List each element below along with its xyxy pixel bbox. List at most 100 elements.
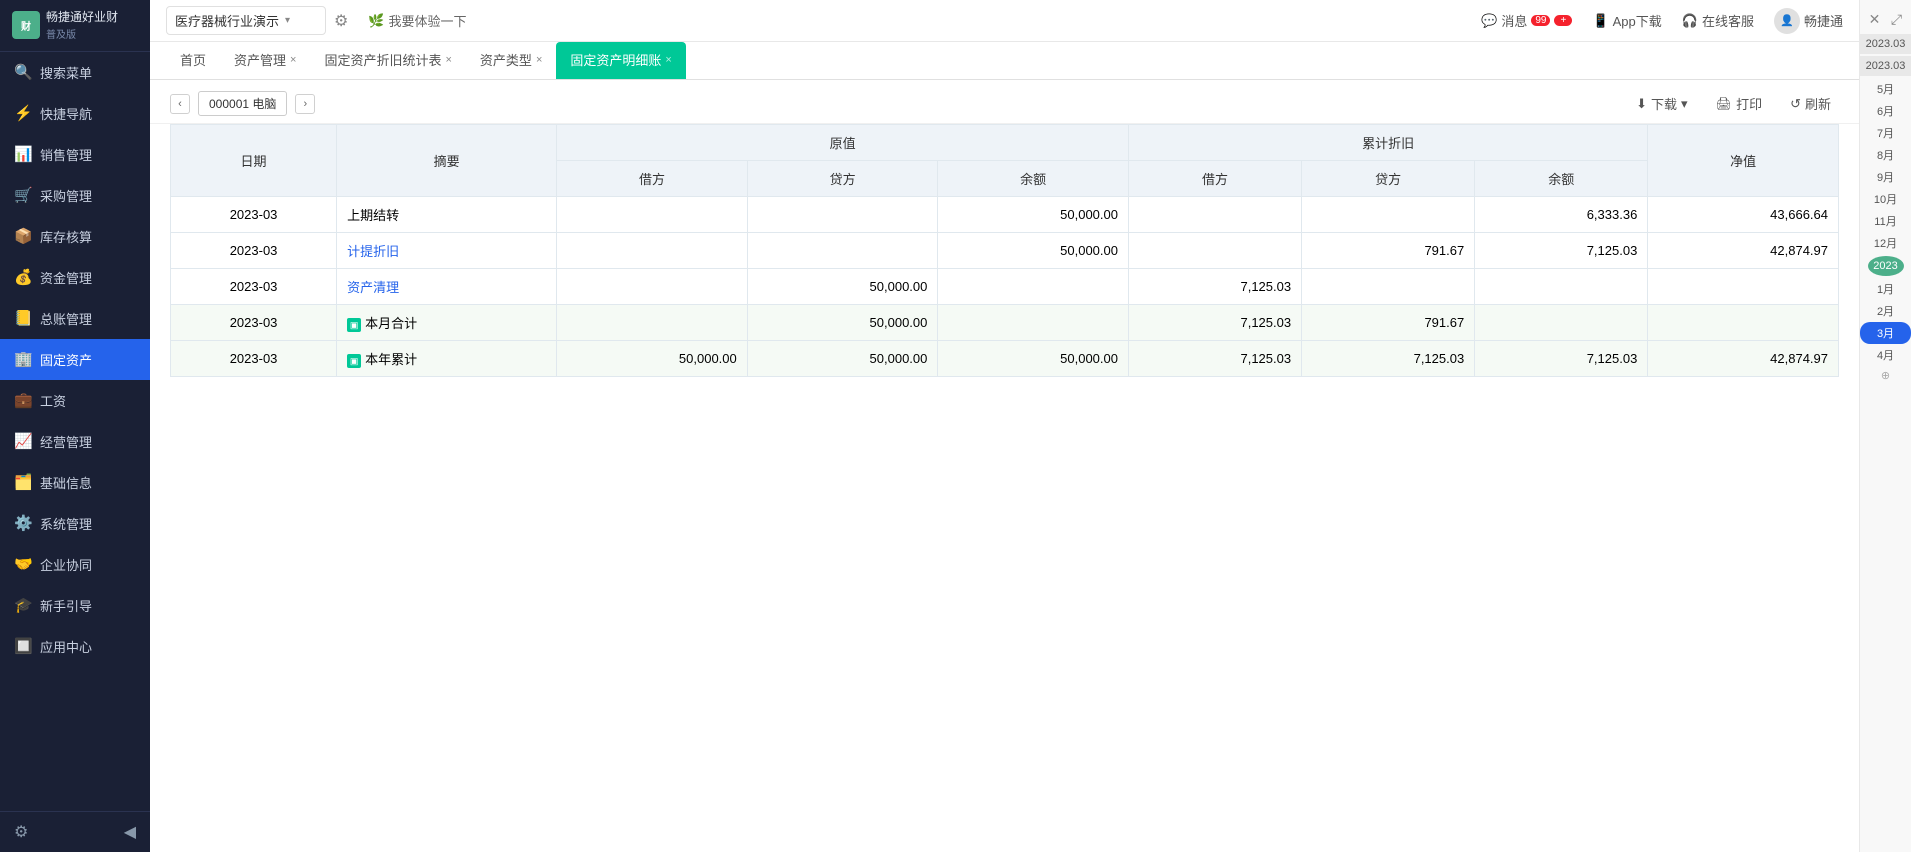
rs-month-9[interactable]: 9月 <box>1860 166 1911 188</box>
cell-orig-credit-2 <box>747 233 938 269</box>
cell-dep-debit-2 <box>1128 233 1301 269</box>
close-icon[interactable]: × <box>290 54 296 66</box>
tab-depreciation-stat[interactable]: 固定资产折旧统计表 × <box>310 42 465 79</box>
sidebar-item-inventory[interactable]: 📦 库存核算 <box>0 216 150 257</box>
rs-month-8[interactable]: 8月 <box>1860 144 1911 166</box>
tab-asset-detail-label: 固定资产明细账 <box>570 50 661 69</box>
close-icon[interactable]: × <box>665 54 671 66</box>
col-dep-debit: 借方 <box>1128 161 1301 197</box>
sidebar-item-fixed[interactable]: 🏢 固定资产 <box>0 339 150 380</box>
rs-month-7[interactable]: 7月 <box>1860 122 1911 144</box>
rs-scroll-down[interactable]: ⊕ <box>1860 366 1911 385</box>
cell-orig-balance-2: 50,000.00 <box>938 233 1129 269</box>
sidebar-item-base[interactable]: 🗂️ 基础信息 <box>0 462 150 503</box>
topbar-settings-icon[interactable]: ⚙ <box>334 11 348 31</box>
rs-month-2[interactable]: 2月 <box>1860 300 1911 322</box>
cell-dep-debit-5: 7,125.03 <box>1128 341 1301 377</box>
sidebar-item-sales[interactable]: 📊 销售管理 <box>0 134 150 175</box>
cell-dep-balance-2: 7,125.03 <box>1475 233 1648 269</box>
settings-icon: ⚙️ <box>14 514 32 532</box>
sidebar-label-enterprise: 企业协同 <box>40 555 92 574</box>
cell-orig-debit-4 <box>557 305 748 341</box>
close-icon[interactable]: × <box>536 54 542 66</box>
cell-dep-balance-5: 7,125.03 <box>1475 341 1648 377</box>
service-label: 在线客服 <box>1702 11 1754 30</box>
rs-month-4[interactable]: 4月 <box>1860 344 1911 366</box>
sidebar-item-enterprise[interactable]: 🤝 企业协同 <box>0 544 150 585</box>
asset-code-tag: 000001 电脑 <box>198 91 287 116</box>
message-action[interactable]: 💬 消息 99 <box>1481 11 1572 30</box>
money-icon: 💰 <box>14 268 32 286</box>
ledger-icon: 📒 <box>14 309 32 327</box>
content-area: ‹ 000001 电脑 › ⬇ 下载 ▾ 🖨 打印 ↺ 刷新 <box>150 80 1859 852</box>
experience-button[interactable]: 🌿 我要体验一下 <box>368 11 466 30</box>
rs-month-12[interactable]: 12月 <box>1860 232 1911 254</box>
sidebar-item-apps[interactable]: 🔲 应用中心 <box>0 626 150 667</box>
sidebar-item-system[interactable]: ⚙️ 系统管理 <box>0 503 150 544</box>
settings-footer-icon[interactable]: ⚙ <box>14 822 28 842</box>
sidebar-item-newbie[interactable]: 🎓 新手引导 <box>0 585 150 626</box>
sidebar-item-operations[interactable]: 📈 经营管理 <box>0 421 150 462</box>
col-date: 日期 <box>171 125 337 197</box>
expand-panel-button[interactable]: ⤢ <box>1888 10 1906 28</box>
collapse-icon[interactable]: ◀ <box>124 822 136 842</box>
cell-date-1: 2023-03 <box>171 197 337 233</box>
print-button[interactable]: 🖨 打印 <box>1708 90 1771 117</box>
cell-dep-balance-1: 6,333.36 <box>1475 197 1648 233</box>
table-row: 2023-03 计提折旧 50,000.00 791.67 7,125.03 4… <box>171 233 1839 269</box>
user-menu[interactable]: 👤 畅捷通 <box>1774 8 1843 34</box>
cell-summary-1: 上期结转 <box>337 197 557 233</box>
sidebar-label-operations: 经营管理 <box>40 432 92 451</box>
cell-orig-balance-1: 50,000.00 <box>938 197 1129 233</box>
graduation-icon: 🎓 <box>14 596 32 614</box>
sidebar-item-quick[interactable]: ⚡ 快捷导航 <box>0 93 150 134</box>
cell-orig-balance-5: 50,000.00 <box>938 341 1129 377</box>
sidebar-item-search[interactable]: 🔍 搜索菜单 <box>0 52 150 93</box>
cell-dep-balance-4 <box>1475 305 1648 341</box>
rs-month-6[interactable]: 6月 <box>1860 100 1911 122</box>
cell-net-1: 43,666.64 <box>1648 197 1839 233</box>
close-icon[interactable]: × <box>445 54 451 66</box>
logo-name: 畅捷通好业财 <box>46 10 118 26</box>
cell-summary-2: 计提折旧 <box>337 233 557 269</box>
col-orig-credit: 贷方 <box>747 161 938 197</box>
sidebar-item-ledger[interactable]: 📒 总账管理 <box>0 298 150 339</box>
tab-asset-type[interactable]: 资产类型 × <box>466 42 556 79</box>
company-selector[interactable]: 医疗器械行业演示 ▾ <box>166 6 326 35</box>
next-asset-button[interactable]: › <box>295 94 315 114</box>
sidebar-label-apps: 应用中心 <box>40 637 92 656</box>
refresh-button[interactable]: ↺ 刷新 <box>1782 90 1839 117</box>
cell-dep-debit-1 <box>1128 197 1301 233</box>
rs-month-3[interactable]: 3月 <box>1860 322 1911 344</box>
cell-net-2: 42,874.97 <box>1648 233 1839 269</box>
cell-dep-debit-3: 7,125.03 <box>1128 269 1301 305</box>
right-sidebar: ✕ ⤢ 2023.03 2023.03 5月 6月 7月 8月 9月 10月 1… <box>1859 0 1911 852</box>
sidebar-item-wage[interactable]: 💼 工资 <box>0 380 150 421</box>
sidebar-label-funds: 资金管理 <box>40 268 92 287</box>
logo: 财 畅捷通好业财 普及版 <box>0 0 150 52</box>
tab-asset-detail[interactable]: 固定资产明细账 × <box>556 42 685 79</box>
tab-depreciation-label: 固定资产折旧统计表 <box>324 50 441 69</box>
cell-orig-debit-1 <box>557 197 748 233</box>
service-action[interactable]: 🎧 在线客服 <box>1682 11 1754 30</box>
close-panel-button[interactable]: ✕ <box>1866 10 1884 28</box>
tab-home[interactable]: 首页 <box>166 42 220 79</box>
rs-month-10[interactable]: 10月 <box>1860 188 1911 210</box>
rs-month-1[interactable]: 1月 <box>1860 278 1911 300</box>
badge-plus <box>1554 15 1572 26</box>
prev-asset-button[interactable]: ‹ <box>170 94 190 114</box>
cell-dep-credit-5: 7,125.03 <box>1302 341 1475 377</box>
sidebar-item-funds[interactable]: 💰 资金管理 <box>0 257 150 298</box>
app-download-action[interactable]: 📱 App下载 <box>1592 11 1661 30</box>
cell-orig-debit-5: 50,000.00 <box>557 341 748 377</box>
cell-dep-credit-3 <box>1302 269 1475 305</box>
ledger-table-container: 日期 摘要 原值 累计折旧 净值 借方 贷方 余额 借方 贷方 余额 <box>150 124 1859 397</box>
rs-year-2023[interactable]: 2023 <box>1868 256 1904 276</box>
col-summary: 摘要 <box>337 125 557 197</box>
sidebar-item-purchase[interactable]: 🛒 采购管理 <box>0 175 150 216</box>
rs-month-11[interactable]: 11月 <box>1860 210 1911 232</box>
tab-asset-mgmt[interactable]: 资产管理 × <box>220 42 310 79</box>
rs-month-5[interactable]: 5月 <box>1860 78 1911 100</box>
box-icon: 📦 <box>14 227 32 245</box>
download-button[interactable]: ⬇ 下载 ▾ <box>1628 90 1695 117</box>
